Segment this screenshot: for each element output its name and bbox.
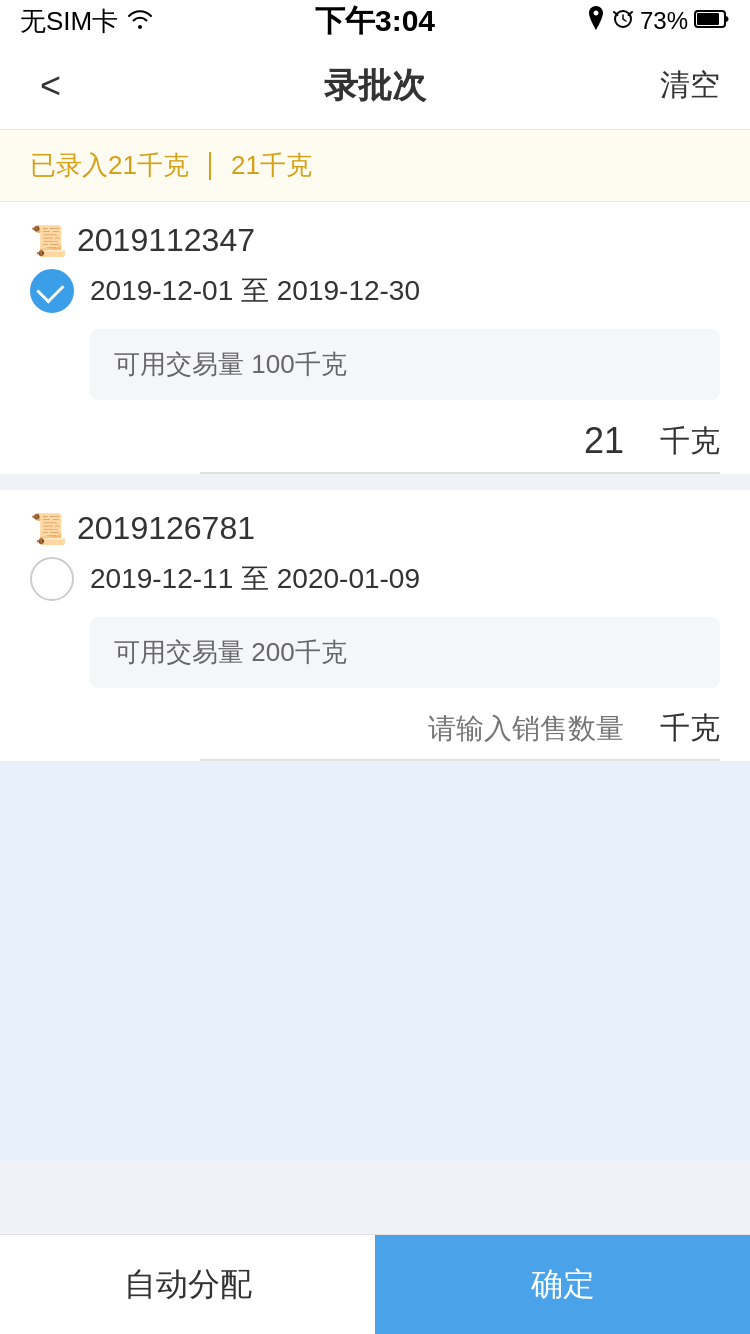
batch-1-quantity-row: 21 千克: [0, 400, 750, 472]
batch-1-radio[interactable]: [30, 269, 74, 313]
battery-text: 73%: [640, 7, 688, 35]
batch-1-quantity-value: 21: [584, 420, 624, 462]
batch-1-available: 可用交易量 100千克: [90, 329, 720, 400]
clear-button[interactable]: 清空: [660, 65, 720, 106]
empty-area: [0, 761, 750, 1161]
batch-2-radio[interactable]: [30, 557, 74, 601]
batch-2-header: 📜 2019126781: [30, 510, 720, 547]
status-bar-right: 73%: [586, 6, 730, 36]
batch-2-space: [634, 713, 650, 745]
batch-2-quantity-row[interactable]: 千克: [0, 688, 750, 759]
nav-bar: < 录批次 清空: [0, 42, 750, 130]
batch-1-date: 2019-12-01 至 2019-12-30: [90, 272, 420, 310]
batch-1-quantity-space: [634, 425, 650, 457]
status-bar: 无SIM卡 下午3:04 73%: [0, 0, 750, 42]
batch-1-date-row: 2019-12-01 至 2019-12-30: [30, 269, 720, 313]
section-separator-1: [0, 474, 750, 490]
batch-item-2: 📜 2019126781 2019-12-11 至 2020-01-09 可用交…: [0, 490, 750, 688]
batch-2-date: 2019-12-11 至 2020-01-09: [90, 560, 420, 598]
wifi-icon: [126, 6, 154, 37]
location-icon: [586, 6, 606, 36]
back-button[interactable]: <: [30, 55, 71, 117]
sim-text: 无SIM卡: [20, 4, 118, 39]
status-bar-left: 无SIM卡: [20, 4, 154, 39]
info-recorded: 已录入21千克: [30, 148, 189, 183]
batch-2-number: 2019126781: [77, 510, 255, 547]
batch-2-available: 可用交易量 200千克: [90, 617, 720, 688]
confirm-button[interactable]: 确定: [375, 1235, 750, 1334]
batch-2-doc-icon: 📜: [30, 511, 67, 546]
svg-rect-2: [697, 13, 719, 25]
batch-1-header: 📜 2019112347: [30, 222, 720, 259]
bottom-bar: 自动分配 确定: [0, 1234, 750, 1334]
batch-2-quantity-input[interactable]: [30, 713, 624, 745]
info-total: 21千克: [231, 148, 312, 183]
batch-list: 📜 2019112347 2019-12-01 至 2019-12-30 可用交…: [0, 202, 750, 761]
batch-item-1: 📜 2019112347 2019-12-01 至 2019-12-30 可用交…: [0, 202, 750, 400]
batch-1-quantity-unit: 千克: [660, 421, 720, 462]
batch-1-doc-icon: 📜: [30, 223, 67, 258]
alarm-icon: [612, 7, 634, 35]
info-banner: 已录入21千克 21千克: [0, 130, 750, 202]
info-divider: [209, 152, 211, 180]
battery-icon: [694, 7, 730, 35]
batch-2-quantity-unit: 千克: [660, 708, 720, 749]
batch-1-number: 2019112347: [77, 222, 255, 259]
page-title: 录批次: [324, 63, 426, 109]
batch-2-date-row: 2019-12-11 至 2020-01-09: [30, 557, 720, 601]
auto-distribute-button[interactable]: 自动分配: [0, 1235, 375, 1334]
status-time: 下午3:04: [315, 1, 435, 42]
